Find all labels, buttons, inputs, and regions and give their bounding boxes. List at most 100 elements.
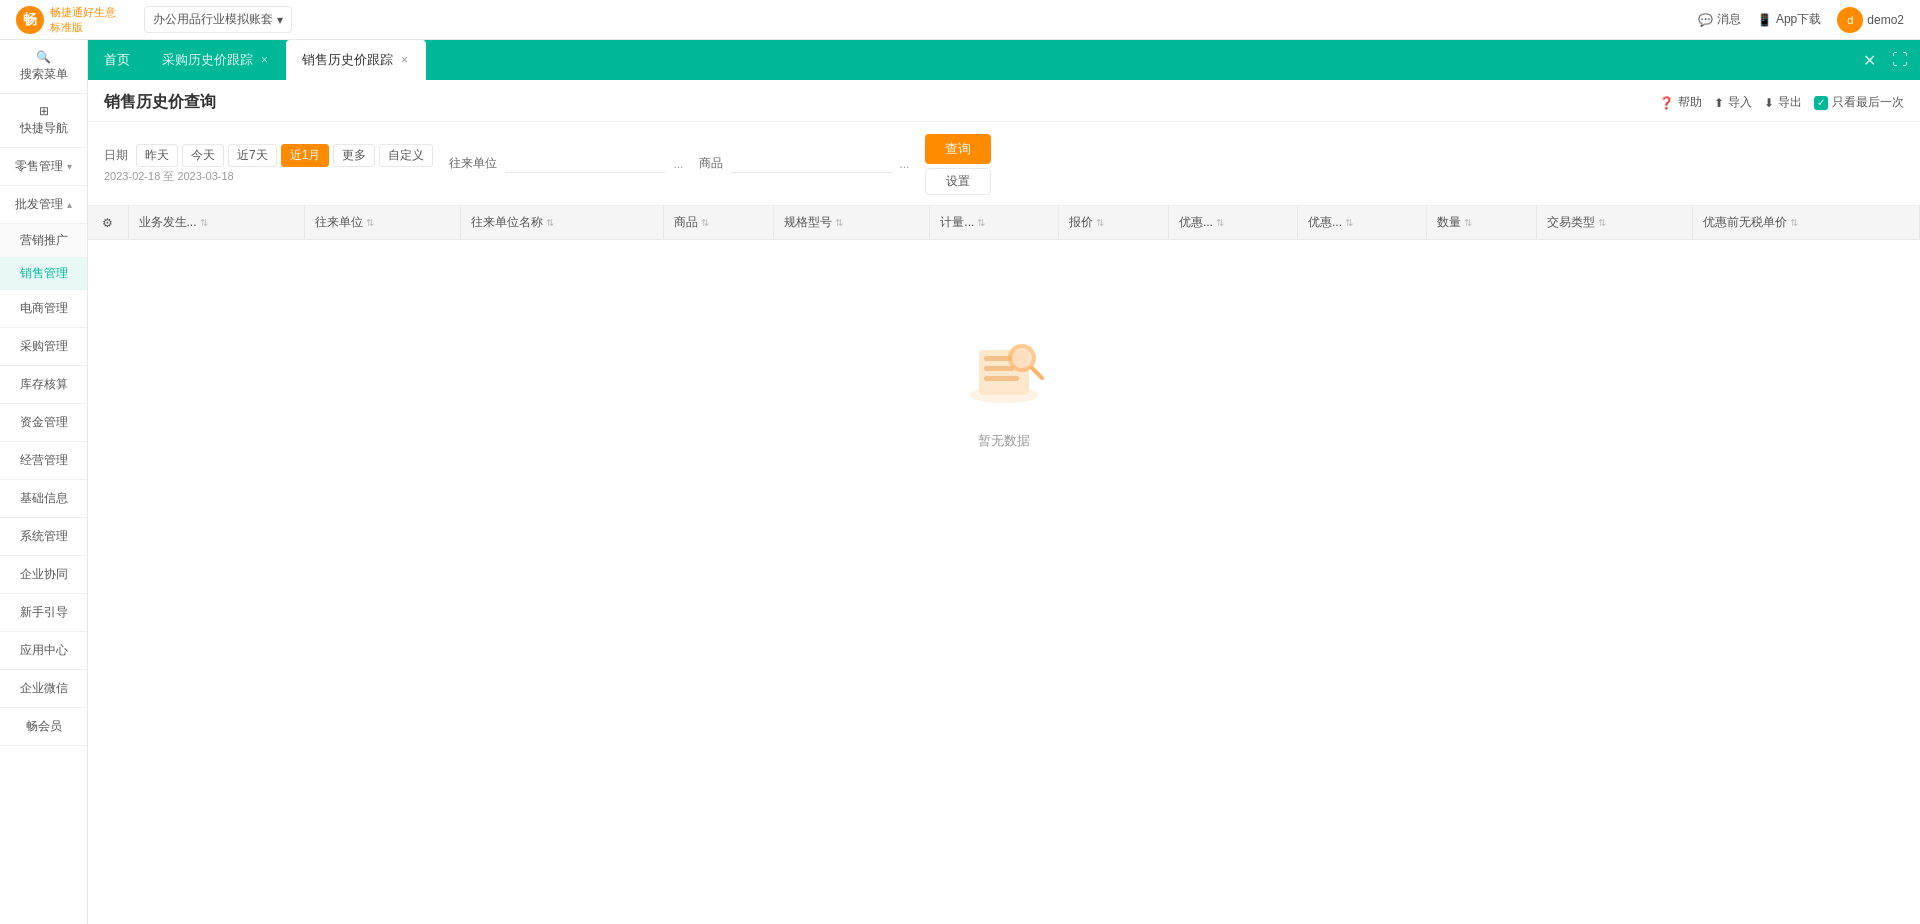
tab-bar: 首页 采购历史价跟踪 × 销售历史价跟踪 × ✕ ⛶ [88, 40, 1920, 80]
tab-purchase-history[interactable]: 采购历史价跟踪 × [146, 40, 286, 80]
sidebar-item-sales-mgmt[interactable]: 销售管理 [0, 257, 87, 290]
column-tax-price[interactable]: 优惠前无税单价 ⇅ [1693, 206, 1920, 240]
sidebar-item-retail[interactable]: 零售管理 ▾ [0, 148, 87, 186]
sidebar-item-ecommerce[interactable]: 电商管理 [0, 290, 87, 328]
product-label: 商品 [699, 155, 723, 172]
product-input[interactable] [731, 154, 891, 173]
sort-icon: ⇅ [546, 217, 554, 228]
app-download-button[interactable]: 📱 App下载 [1757, 11, 1821, 28]
company-name: 办公用品行业模拟账套 [153, 11, 273, 28]
column-partner-name[interactable]: 往来单位名称 ⇅ [460, 206, 663, 240]
column-partner-code[interactable]: 往来单位 ⇅ [304, 206, 460, 240]
column-discount2[interactable]: 优惠... ⇅ [1298, 206, 1427, 240]
help-button[interactable]: ❓ 帮助 [1659, 94, 1702, 111]
date-btn-today[interactable]: 今天 [182, 144, 224, 167]
sidebar-item-search[interactable]: 🔍 搜索菜单 [0, 40, 87, 94]
company-selector[interactable]: 办公用品行业模拟账套 ▾ [144, 6, 292, 33]
svg-point-6 [1012, 348, 1032, 368]
tab-sales-history[interactable]: 销售历史价跟踪 × [286, 40, 426, 80]
date-btn-yesterday[interactable]: 昨天 [136, 144, 178, 167]
top-header: 畅 畅捷通好生意 标准版 办公用品行业模拟账套 ▾ 💬 消息 📱 App下载 d… [0, 0, 1920, 40]
table-container: ⚙ 业务发生... ⇅ 往来单位 [88, 206, 1920, 530]
column-biz-date[interactable]: 业务发生... ⇅ [128, 206, 304, 240]
sidebar-item-member[interactable]: 畅会员 [0, 708, 87, 746]
tab-bar-right: ✕ ⛶ [1859, 47, 1920, 74]
sidebar-item-guide[interactable]: 新手引导 [0, 594, 87, 632]
tab-close-purchase[interactable]: × [259, 53, 270, 67]
empty-state: 暂无数据 [88, 240, 1920, 530]
settings-button[interactable]: 设置 [925, 168, 991, 195]
date-buttons: 昨天 今天 近7天 近1月 更多 自定义 [136, 144, 433, 167]
column-spec[interactable]: 规格型号 ⇅ [773, 206, 929, 240]
sidebar-item-shortcut[interactable]: ⊞ 快捷导航 [0, 94, 87, 148]
column-gear[interactable]: ⚙ [88, 206, 128, 240]
chevron-down-icon: ▾ [67, 161, 72, 172]
page-header: 销售历史价查询 ❓ 帮助 ⬆ 导入 ⬇ 导出 ✓ [88, 80, 1920, 122]
date-btn-1month[interactable]: 近1月 [281, 144, 330, 167]
logo-icon: 畅 [16, 6, 44, 34]
column-trade-type[interactable]: 交易类型 ⇅ [1536, 206, 1692, 240]
tab-close-sales[interactable]: × [399, 53, 410, 67]
page-header-actions: ❓ 帮助 ⬆ 导入 ⬇ 导出 ✓ 只看最后一次 [1659, 94, 1904, 111]
sort-icon: ⇅ [1345, 217, 1353, 228]
avatar: d [1837, 7, 1863, 33]
partner-filter-group: 往来单位 ... [449, 154, 683, 173]
table-header-row: ⚙ 业务发生... ⇅ 往来单位 [88, 206, 1920, 240]
sidebar-item-wechat[interactable]: 企业微信 [0, 670, 87, 708]
gear-icon: ⚙ [102, 216, 113, 230]
sidebar-item-enterprise[interactable]: 企业协同 [0, 556, 87, 594]
svg-line-7 [1032, 368, 1042, 378]
data-table: ⚙ 业务发生... ⇅ 往来单位 [88, 206, 1920, 240]
sidebar-item-inventory[interactable]: 库存核算 [0, 366, 87, 404]
only-last-toggle[interactable]: ✓ 只看最后一次 [1814, 94, 1904, 111]
mobile-icon: 📱 [1757, 13, 1772, 27]
sort-icon: ⇅ [701, 217, 709, 228]
product-filter-group: 商品 ... [699, 154, 909, 173]
date-btn-more[interactable]: 更多 [333, 144, 375, 167]
main-layout: 🔍 搜索菜单 ⊞ 快捷导航 零售管理 ▾ 批发管理 ▴ 营销推广 销售管理 电商… [0, 40, 1920, 924]
logo-area: 畅 畅捷通好生意 标准版 [16, 5, 116, 34]
empty-illustration [954, 320, 1054, 420]
logo-text: 畅捷通好生意 标准版 [50, 5, 116, 34]
sidebar-item-wholesale[interactable]: 批发管理 ▴ [0, 186, 87, 224]
maximize-button[interactable]: ⛶ [1888, 47, 1912, 73]
date-range-text: 2023-02-18 至 2023-03-18 [104, 169, 433, 184]
import-button[interactable]: ⬆ 导入 [1714, 94, 1752, 111]
close-tab-button[interactable]: ✕ [1859, 47, 1880, 74]
sort-icon: ⇅ [366, 217, 374, 228]
filter-bar: 日期 昨天 今天 近7天 近1月 更多 自定义 2023-02-18 至 202… [88, 122, 1920, 206]
page-title: 销售历史价查询 [104, 92, 216, 113]
content-area: 首页 采购历史价跟踪 × 销售历史价跟踪 × ✕ ⛶ 销售历史价查询 [88, 40, 1920, 924]
tab-home[interactable]: 首页 [88, 40, 146, 80]
sort-icon: ⇅ [200, 217, 208, 228]
messages-button[interactable]: 💬 消息 [1698, 11, 1741, 28]
checkbox-icon: ✓ [1814, 96, 1828, 110]
sidebar-item-system[interactable]: 系统管理 [0, 518, 87, 556]
sidebar-item-marketing[interactable]: 营销推广 [0, 224, 87, 257]
column-unit[interactable]: 计量... ⇅ [930, 206, 1059, 240]
date-btn-custom[interactable]: 自定义 [379, 144, 433, 167]
column-quantity[interactable]: 数量 ⇅ [1427, 206, 1537, 240]
header-left: 畅 畅捷通好生意 标准版 办公用品行业模拟账套 ▾ [16, 5, 292, 34]
sidebar-item-basic-info[interactable]: 基础信息 [0, 480, 87, 518]
column-price[interactable]: 报价 ⇅ [1059, 206, 1169, 240]
partner-input[interactable] [505, 154, 665, 173]
search-icon: 🔍 [36, 50, 51, 64]
search-button[interactable]: 查询 [925, 134, 991, 164]
column-discount1[interactable]: 优惠... ⇅ [1168, 206, 1297, 240]
sort-icon: ⇅ [1096, 217, 1104, 228]
date-btn-7days[interactable]: 近7天 [228, 144, 277, 167]
date-options-group: 日期 昨天 今天 近7天 近1月 更多 自定义 [104, 144, 433, 167]
import-icon: ⬆ [1714, 96, 1724, 110]
user-profile[interactable]: d demo2 [1837, 7, 1904, 33]
page-content: 销售历史价查询 ❓ 帮助 ⬆ 导入 ⬇ 导出 ✓ [88, 80, 1920, 924]
sidebar-item-operations[interactable]: 经营管理 [0, 442, 87, 480]
export-button[interactable]: ⬇ 导出 [1764, 94, 1802, 111]
sidebar-item-purchase[interactable]: 采购管理 [0, 328, 87, 366]
column-product[interactable]: 商品 ⇅ [664, 206, 774, 240]
sort-icon: ⇅ [1464, 217, 1472, 228]
sidebar-item-app-center[interactable]: 应用中心 [0, 632, 87, 670]
filter-buttons: 查询 设置 [925, 134, 991, 195]
sidebar-item-finance[interactable]: 资金管理 [0, 404, 87, 442]
help-icon: ❓ [1659, 96, 1674, 110]
